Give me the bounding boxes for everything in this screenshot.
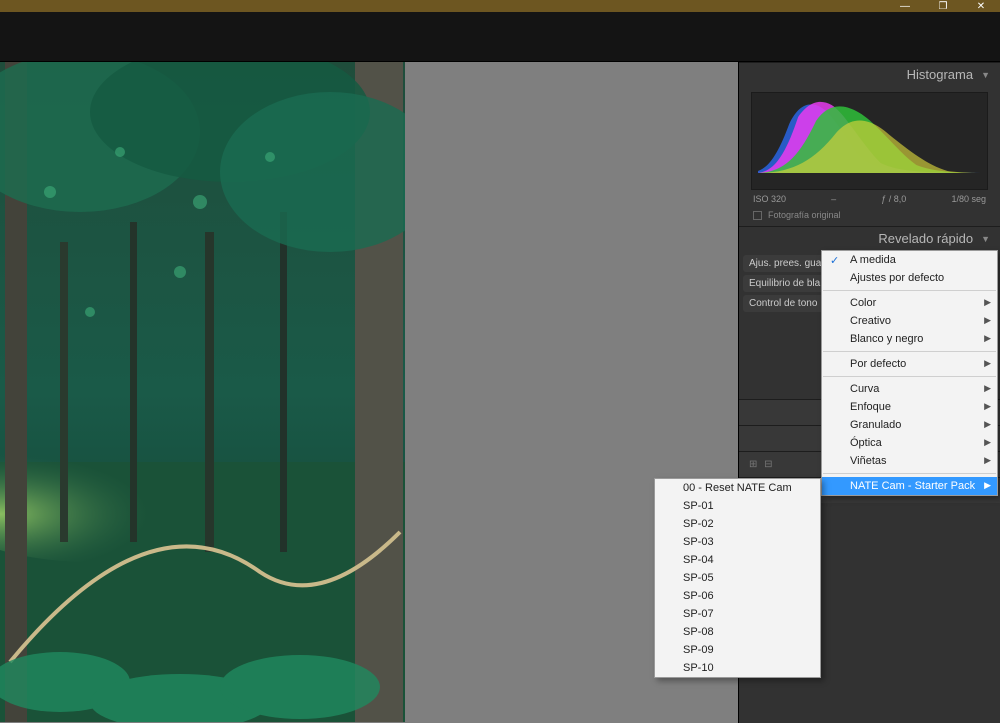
menu-label: SP-10 [683, 662, 714, 674]
collapse-icon: ▼ [981, 234, 990, 244]
menu-label: Ajustes por defecto [850, 272, 944, 284]
menu-label: Óptica [850, 437, 882, 449]
submenu-arrow-icon: ▶ [984, 333, 991, 344]
menu-label: Color [850, 297, 876, 309]
menu-item-enfoque[interactable]: Enfoque ▶ [822, 398, 997, 416]
menu-label: Enfoque [850, 401, 891, 413]
submenu-item-sp10[interactable]: SP-10 [655, 659, 820, 677]
menu-label: Creativo [850, 315, 891, 327]
menu-item-granulado[interactable]: Granulado ▶ [822, 416, 997, 434]
menu-separator [823, 351, 996, 352]
submenu-arrow-icon: ▶ [984, 315, 991, 326]
submenu-arrow-icon: ▶ [984, 437, 991, 448]
submenu-item-sp09[interactable]: SP-09 [655, 641, 820, 659]
menu-label: SP-08 [683, 626, 714, 638]
submenu-arrow-icon: ▶ [984, 401, 991, 412]
menu-label: SP-09 [683, 644, 714, 656]
app-header [0, 12, 1000, 62]
menu-label: Viñetas [850, 455, 887, 467]
submenu-item-sp04[interactable]: SP-04 [655, 551, 820, 569]
menu-label: Granulado [850, 419, 901, 431]
menu-label: SP-01 [683, 500, 714, 512]
menu-label: Curva [850, 383, 879, 395]
aperture-label: ƒ / 8,0 [881, 194, 906, 204]
menu-label: SP-06 [683, 590, 714, 602]
quick-develop-header[interactable]: Revelado rápido ▼ [739, 227, 1000, 250]
original-label: Fotografía original [768, 210, 841, 220]
menu-label: SP-05 [683, 572, 714, 584]
menu-label: 00 - Reset NATE Cam [683, 482, 792, 494]
submenu-item-sp07[interactable]: SP-07 [655, 605, 820, 623]
histogram-title: Histograma [907, 67, 973, 82]
menu-label: NATE Cam - Starter Pack [850, 480, 975, 492]
menu-item-curva[interactable]: Curva ▶ [822, 380, 997, 398]
submenu-item-sp01[interactable]: SP-01 [655, 497, 820, 515]
preset-menu: ✓ A medida Ajustes por defecto Color ▶ Cr… [821, 250, 998, 496]
menu-item-a-medida[interactable]: ✓ A medida [822, 251, 997, 269]
menu-label: SP-07 [683, 608, 714, 620]
original-checkbox[interactable] [753, 211, 762, 220]
window-titlebar: — ❐ ✕ [0, 0, 1000, 12]
quick-develop-title: Revelado rápido [878, 231, 973, 246]
submenu-arrow-icon: ▶ [984, 297, 991, 308]
collapse-icon: ▼ [981, 70, 990, 80]
menu-item-optica[interactable]: Óptica ▶ [822, 434, 997, 452]
submenu-arrow-icon: ▶ [984, 455, 991, 466]
menu-item-por-defecto[interactable]: Por defecto ▶ [822, 355, 997, 373]
menu-item-nate-cam[interactable]: NATE Cam - Starter Pack ▶ [822, 477, 997, 495]
submenu-item-sp06[interactable]: SP-06 [655, 587, 820, 605]
preview-image [0, 62, 405, 722]
menu-item-vinetas[interactable]: Viñetas ▶ [822, 452, 997, 470]
menu-label: Por defecto [850, 358, 906, 370]
menu-item-color[interactable]: Color ▶ [822, 294, 997, 312]
submenu-item-sp08[interactable]: SP-08 [655, 623, 820, 641]
window-maximize-button[interactable]: ❐ [924, 0, 962, 12]
submenu-arrow-icon: ▶ [984, 358, 991, 369]
histogram-panel: Histograma ▼ ISO 320 – ƒ / 8,0 1/80 seg [739, 62, 1000, 226]
metadata-symbols: ⊞ ⊟ [749, 459, 775, 470]
preset-submenu: 00 - Reset NATE Cam SP-01 SP-02 SP-03 SP… [654, 478, 821, 678]
menu-separator [823, 473, 996, 474]
shutter-label: 1/80 seg [951, 194, 986, 204]
menu-separator [823, 376, 996, 377]
window-minimize-button[interactable]: — [886, 0, 924, 12]
menu-label: SP-02 [683, 518, 714, 530]
menu-label: SP-04 [683, 554, 714, 566]
histogram-meta: ISO 320 – ƒ / 8,0 1/80 seg [739, 194, 1000, 208]
menu-item-defaults[interactable]: Ajustes por defecto [822, 269, 997, 287]
submenu-arrow-icon: ▶ [984, 383, 991, 394]
canvas-area[interactable] [0, 62, 738, 723]
submenu-arrow-icon: ▶ [984, 480, 991, 491]
window-close-button[interactable]: ✕ [962, 0, 1000, 12]
submenu-item-sp03[interactable]: SP-03 [655, 533, 820, 551]
iso-label: ISO 320 [753, 194, 786, 204]
submenu-item-sp05[interactable]: SP-05 [655, 569, 820, 587]
menu-label: SP-03 [683, 536, 714, 548]
check-icon: ✓ [830, 254, 839, 267]
submenu-arrow-icon: ▶ [984, 419, 991, 430]
submenu-item-reset[interactable]: 00 - Reset NATE Cam [655, 479, 820, 497]
original-photo-row: Fotografía original [739, 208, 1000, 226]
menu-item-creativo[interactable]: Creativo ▶ [822, 312, 997, 330]
submenu-item-sp02[interactable]: SP-02 [655, 515, 820, 533]
focal-dash: – [831, 194, 836, 204]
menu-label: Blanco y negro [850, 333, 923, 345]
menu-label: A medida [850, 254, 896, 266]
histogram-header[interactable]: Histograma ▼ [739, 63, 1000, 86]
menu-item-bw[interactable]: Blanco y negro ▶ [822, 330, 997, 348]
menu-separator [823, 290, 996, 291]
histogram-chart[interactable] [751, 92, 988, 190]
